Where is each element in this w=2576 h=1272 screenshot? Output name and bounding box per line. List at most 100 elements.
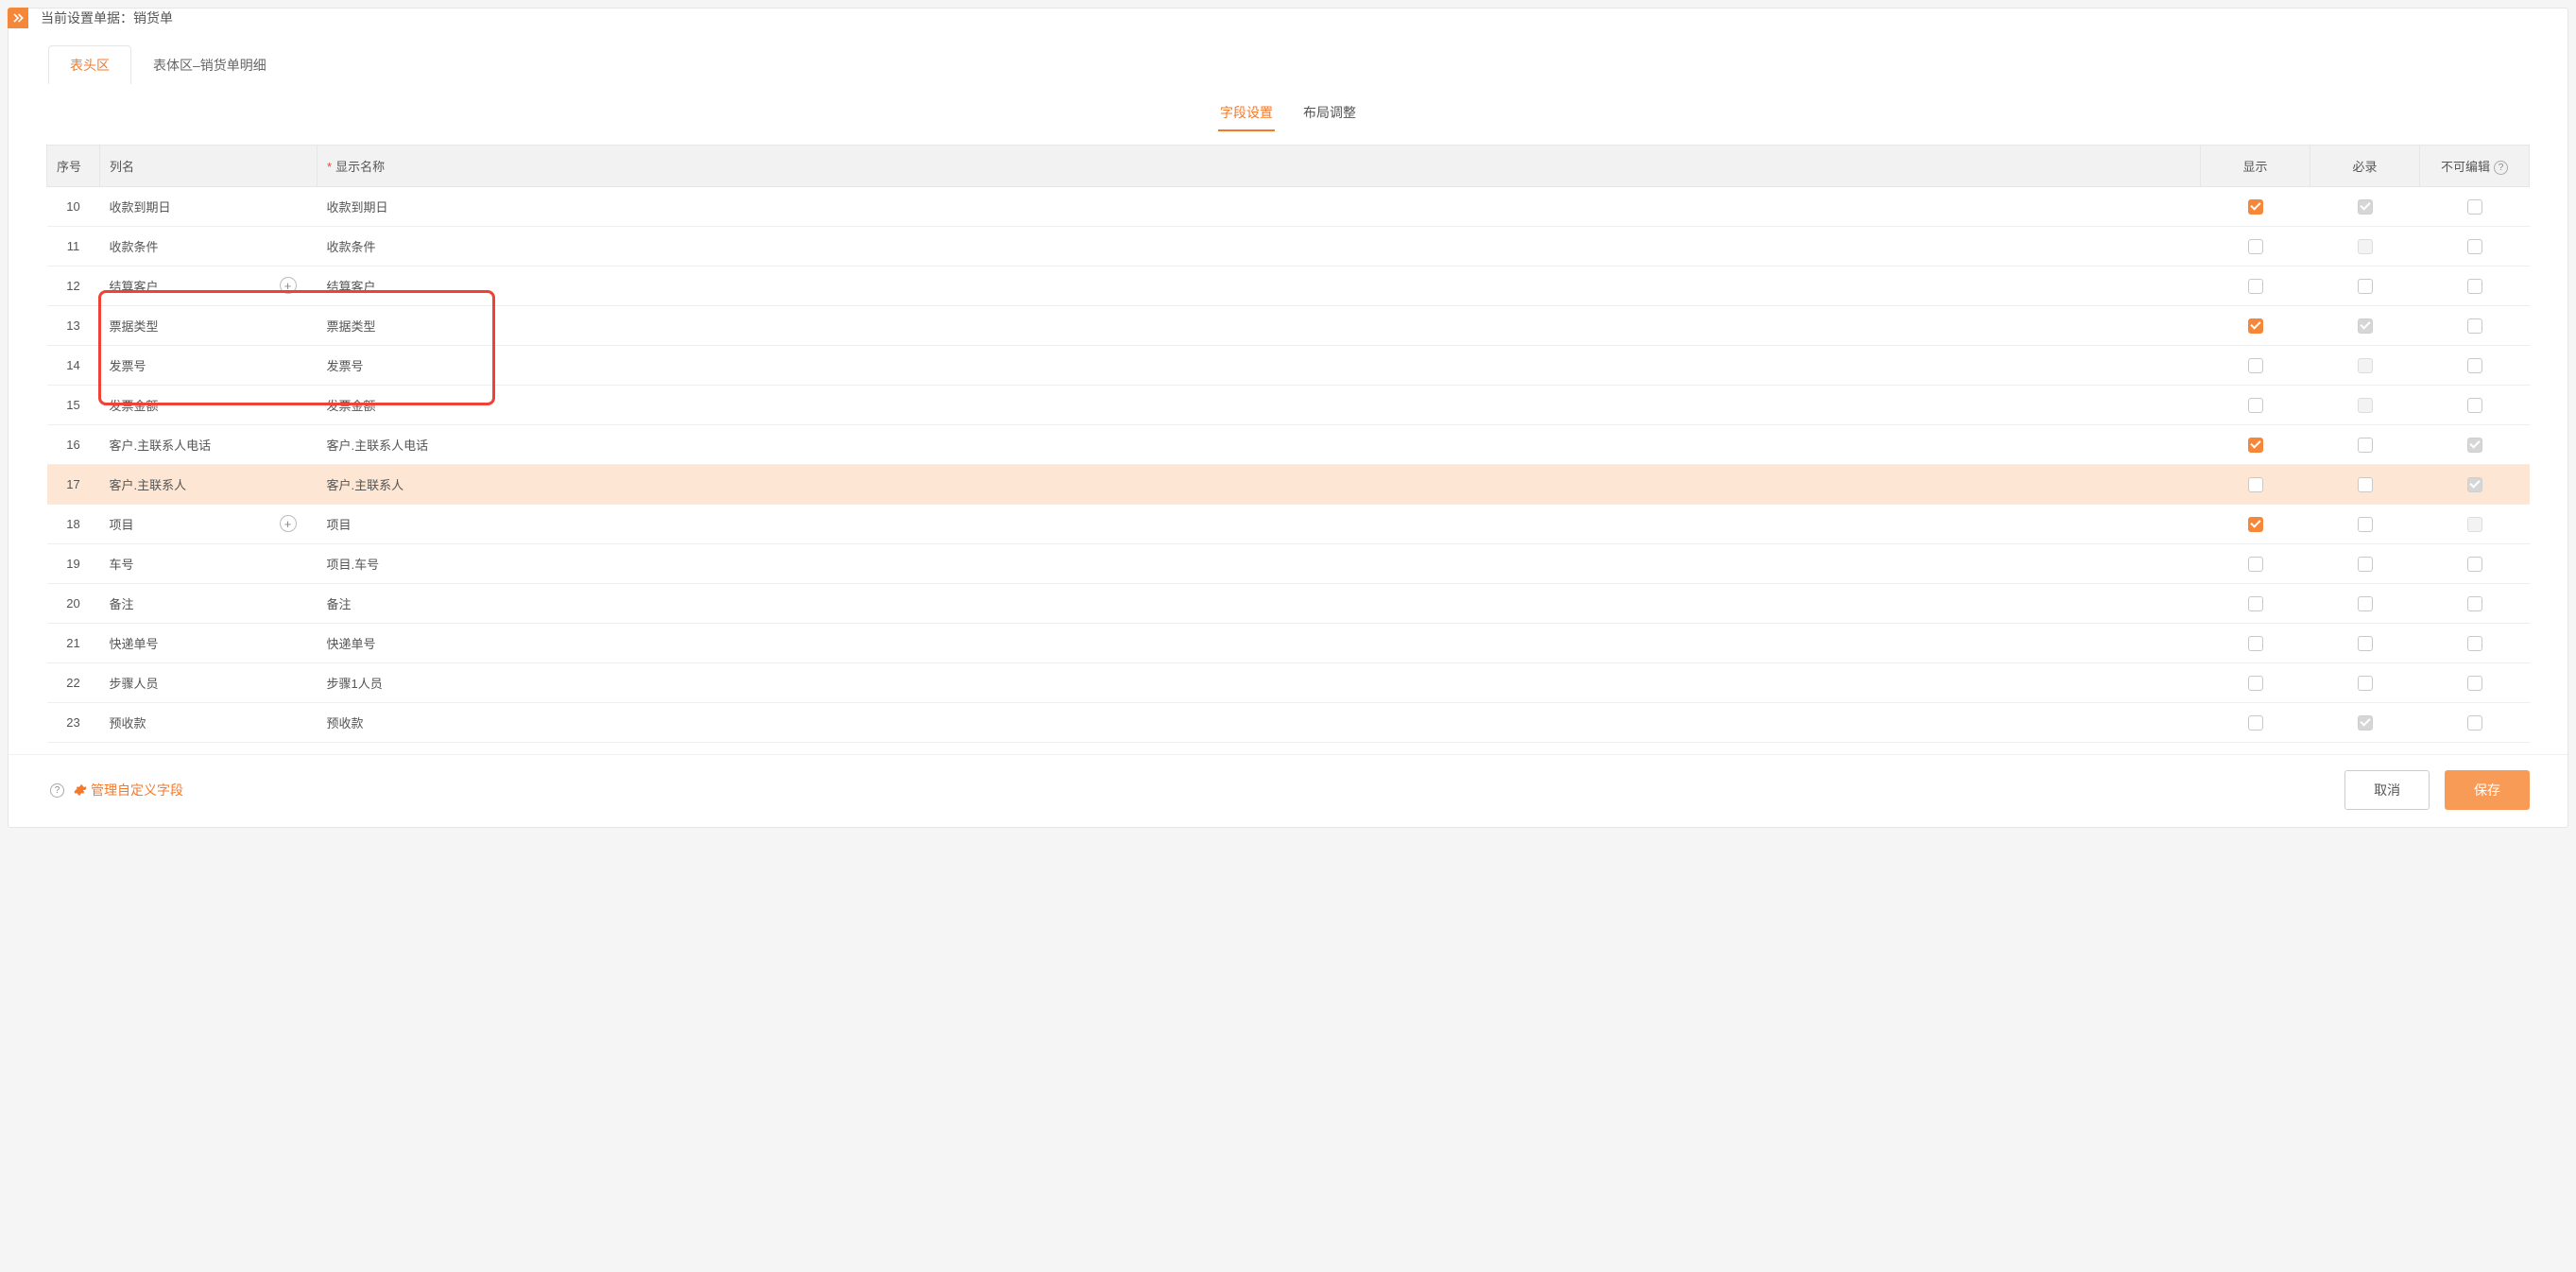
- tab-field-settings[interactable]: 字段设置: [1218, 97, 1275, 128]
- show-checkbox[interactable]: [2248, 279, 2263, 294]
- readonly-checkbox[interactable]: [2467, 715, 2482, 731]
- col-show-header: 显示: [2201, 146, 2310, 187]
- footer-bar: ? 管理自定义字段 取消 保存: [9, 754, 2567, 827]
- cell-display-name[interactable]: 客户.主联系人: [318, 465, 2201, 505]
- manage-custom-fields-link[interactable]: 管理自定义字段: [74, 781, 183, 799]
- cell-name: 结算客户+: [100, 266, 318, 306]
- tab-body-area[interactable]: 表体区–销货单明细: [131, 45, 288, 84]
- table-row[interactable]: 17客户.主联系人客户.主联系人: [47, 465, 2530, 505]
- table-row[interactable]: 23预收款预收款: [47, 703, 2530, 743]
- required-checkbox[interactable]: [2358, 676, 2373, 691]
- required-checkbox[interactable]: [2358, 636, 2373, 651]
- table-row[interactable]: 14发票号发票号: [47, 346, 2530, 386]
- show-checkbox[interactable]: [2248, 517, 2263, 532]
- cell-required: [2310, 505, 2420, 544]
- show-checkbox[interactable]: [2248, 715, 2263, 731]
- table-row[interactable]: 22步骤人员步骤1人员: [47, 663, 2530, 703]
- cell-display-name[interactable]: 发票号: [318, 346, 2201, 386]
- table-row[interactable]: 16客户.主联系人电话客户.主联系人电话: [47, 425, 2530, 465]
- cell-display-name[interactable]: 收款到期日: [318, 187, 2201, 227]
- readonly-checkbox[interactable]: [2467, 358, 2482, 373]
- show-checkbox[interactable]: [2248, 318, 2263, 334]
- readonly-checkbox[interactable]: [2467, 398, 2482, 413]
- readonly-checkbox: [2467, 477, 2482, 492]
- required-checkbox: [2358, 318, 2373, 334]
- cell-readonly: [2420, 386, 2530, 425]
- cell-show: [2201, 624, 2310, 663]
- cell-display-name[interactable]: 收款条件: [318, 227, 2201, 266]
- readonly-checkbox[interactable]: [2467, 239, 2482, 254]
- cell-display-name[interactable]: 发票金额: [318, 386, 2201, 425]
- table-row[interactable]: 12结算客户+结算客户: [47, 266, 2530, 306]
- show-checkbox[interactable]: [2248, 239, 2263, 254]
- cell-name: 预收款: [100, 703, 318, 743]
- show-checkbox[interactable]: [2248, 358, 2263, 373]
- show-checkbox[interactable]: [2248, 636, 2263, 651]
- readonly-checkbox[interactable]: [2467, 636, 2482, 651]
- cell-display-name[interactable]: 备注: [318, 584, 2201, 624]
- show-checkbox[interactable]: [2248, 199, 2263, 215]
- cell-name: 步骤人员: [100, 663, 318, 703]
- cell-name: 快递单号: [100, 624, 318, 663]
- table-row[interactable]: 19车号项目.车号: [47, 544, 2530, 584]
- show-checkbox[interactable]: [2248, 596, 2263, 611]
- cell-display-name[interactable]: 项目: [318, 505, 2201, 544]
- footer-help-icon[interactable]: ?: [50, 783, 64, 798]
- cell-required: [2310, 544, 2420, 584]
- show-checkbox[interactable]: [2248, 676, 2263, 691]
- required-checkbox[interactable]: [2358, 596, 2373, 611]
- cell-display-name[interactable]: 结算客户: [318, 266, 2201, 306]
- expand-plus-button[interactable]: +: [280, 277, 297, 294]
- collapse-toggle[interactable]: [8, 8, 28, 28]
- tab-layout-adjust[interactable]: 布局调整: [1301, 97, 1358, 128]
- readonly-checkbox[interactable]: [2467, 557, 2482, 572]
- fields-table-wrap: 序号 列名 *显示名称 显示 必录 不可编辑? 10收款到期日收款到期日11收款…: [46, 145, 2530, 743]
- required-checkbox[interactable]: [2358, 557, 2373, 572]
- cell-show: [2201, 346, 2310, 386]
- save-button[interactable]: 保存: [2445, 770, 2530, 810]
- required-checkbox[interactable]: [2358, 517, 2373, 532]
- readonly-checkbox[interactable]: [2467, 199, 2482, 215]
- readonly-checkbox[interactable]: [2467, 596, 2482, 611]
- required-checkbox[interactable]: [2358, 438, 2373, 453]
- show-checkbox[interactable]: [2248, 398, 2263, 413]
- readonly-checkbox[interactable]: [2467, 676, 2482, 691]
- cell-required: [2310, 663, 2420, 703]
- cell-display-name[interactable]: 步骤1人员: [318, 663, 2201, 703]
- required-checkbox[interactable]: [2358, 477, 2373, 492]
- table-row[interactable]: 13票据类型票据类型: [47, 306, 2530, 346]
- table-row[interactable]: 18项目+项目: [47, 505, 2530, 544]
- show-checkbox[interactable]: [2248, 557, 2263, 572]
- cell-name: 票据类型: [100, 306, 318, 346]
- cell-readonly: [2420, 703, 2530, 743]
- show-checkbox[interactable]: [2248, 438, 2263, 453]
- cell-name: 客户.主联系人电话: [100, 425, 318, 465]
- show-checkbox[interactable]: [2248, 477, 2263, 492]
- col-seq-header: 序号: [47, 146, 100, 187]
- col-display-header: *显示名称: [318, 146, 2201, 187]
- readonly-checkbox: [2467, 438, 2482, 453]
- cell-display-name[interactable]: 客户.主联系人电话: [318, 425, 2201, 465]
- cell-required: [2310, 425, 2420, 465]
- cancel-button[interactable]: 取消: [2344, 770, 2430, 810]
- readonly-checkbox: [2467, 517, 2482, 532]
- table-row[interactable]: 21快递单号快递单号: [47, 624, 2530, 663]
- table-row[interactable]: 10收款到期日收款到期日: [47, 187, 2530, 227]
- table-row[interactable]: 11收款条件收款条件: [47, 227, 2530, 266]
- required-checkbox[interactable]: [2358, 279, 2373, 294]
- cell-readonly: [2420, 663, 2530, 703]
- readonly-checkbox[interactable]: [2467, 318, 2482, 334]
- cell-display-name[interactable]: 预收款: [318, 703, 2201, 743]
- cell-display-name[interactable]: 快递单号: [318, 624, 2201, 663]
- cell-name: 发票金额: [100, 386, 318, 425]
- cell-required: [2310, 227, 2420, 266]
- cell-display-name[interactable]: 项目.车号: [318, 544, 2201, 584]
- table-row[interactable]: 15发票金额发票金额: [47, 386, 2530, 425]
- readonly-checkbox[interactable]: [2467, 279, 2482, 294]
- cell-required: [2310, 266, 2420, 306]
- table-row[interactable]: 20备注备注: [47, 584, 2530, 624]
- expand-plus-button[interactable]: +: [280, 515, 297, 532]
- tab-header-area[interactable]: 表头区: [48, 45, 131, 84]
- cell-display-name[interactable]: 票据类型: [318, 306, 2201, 346]
- help-icon[interactable]: ?: [2494, 161, 2508, 175]
